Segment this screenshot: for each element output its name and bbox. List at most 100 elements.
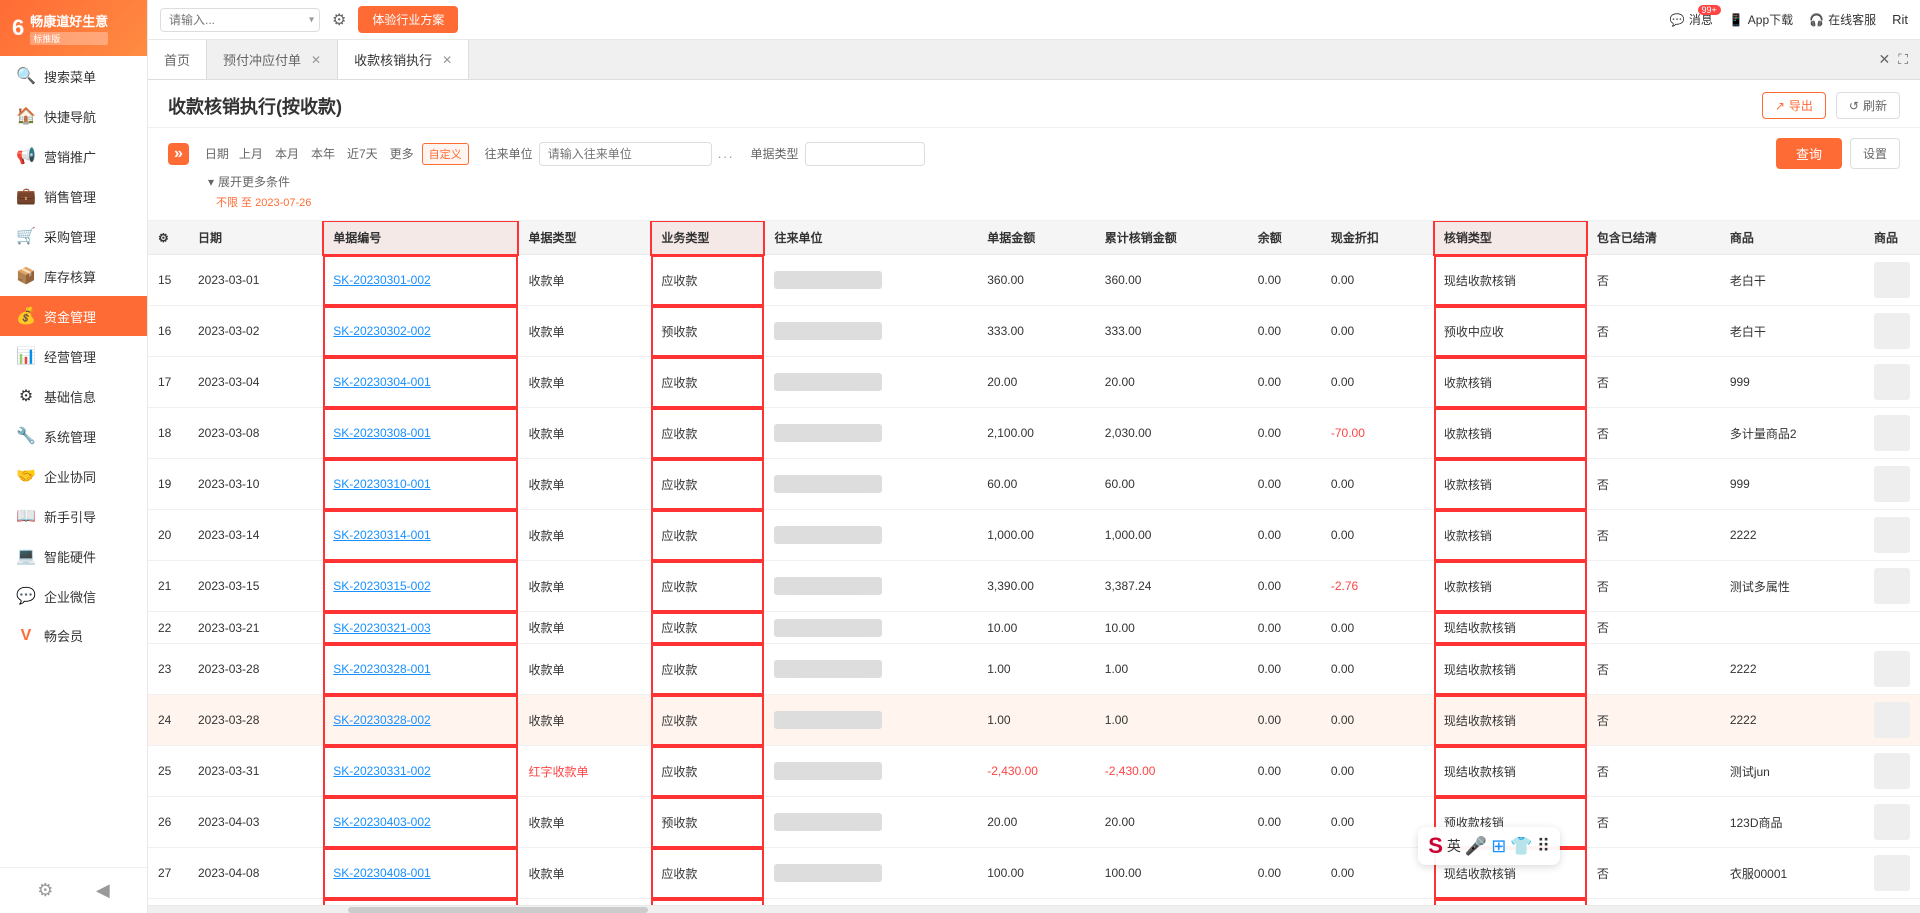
col-partner[interactable]: 往来单位 <box>764 221 977 255</box>
table-row[interactable]: 19 2023-03-10 SK-20230310-001 收款单 应收款 ██… <box>148 459 1920 510</box>
filter-expand[interactable]: ▾ 展开更多条件 <box>208 173 1900 190</box>
user-avatar[interactable]: Rit <box>1892 12 1908 27</box>
table-row[interactable]: 17 2023-03-04 SK-20230304-001 收款单 应收款 ██… <box>148 357 1920 408</box>
table-row[interactable]: 23 2023-03-28 SK-20230328-001 收款单 应收款 ██… <box>148 644 1920 695</box>
table-row[interactable]: 18 2023-03-08 SK-20230308-001 收款单 应收款 ██… <box>148 408 1920 459</box>
tab-prepay[interactable]: 预付冲应付单 ✕ <box>207 40 338 79</box>
col-balance[interactable]: 余额 <box>1248 221 1321 255</box>
sidebar-item-wechat[interactable]: 💬 企业微信 <box>0 576 147 616</box>
cell-order-no[interactable]: SK-20230302-002 <box>323 306 518 357</box>
settings-icon[interactable]: ⚙ <box>37 880 53 901</box>
cell-cancel-type: 收款核销 <box>1434 510 1587 561</box>
filter-last-month[interactable]: 上月 <box>235 143 267 164</box>
filter-this-month[interactable]: 本月 <box>271 143 303 164</box>
cell-order-no[interactable]: SK-20230321-003 <box>323 612 518 644</box>
sidebar-item-search[interactable]: 🔍 搜索菜单 <box>0 56 147 96</box>
tab-home[interactable]: 首页 <box>148 40 207 79</box>
tab-receipts[interactable]: 收款核销执行 ✕ <box>338 40 469 79</box>
cell-order-no[interactable]: SK-20230310-001 <box>323 459 518 510</box>
scrollbar-thumb[interactable] <box>348 907 648 913</box>
col-cancel-type[interactable]: 核销类型 <box>1434 221 1587 255</box>
col-cash-discount[interactable]: 现金折扣 <box>1321 221 1434 255</box>
col-accum-cancel[interactable]: 累计核销金额 <box>1095 221 1248 255</box>
customer-service-link[interactable]: 🎧 在线客服 <box>1809 11 1876 28</box>
cell-order-no[interactable]: SK-20230308-001 <box>323 408 518 459</box>
table-row[interactable]: 21 2023-03-15 SK-20230315-002 收款单 应收款 ██… <box>148 561 1920 612</box>
filter-this-year[interactable]: 本年 <box>307 143 339 164</box>
close-tab-icon[interactable]: ✕ <box>1878 51 1890 68</box>
sidebar-item-member[interactable]: V 畅会员 <box>0 616 147 655</box>
filter-partner-input[interactable] <box>539 142 712 166</box>
cell-product: 999 <box>1720 357 1864 408</box>
col-order-type[interactable]: 单据类型 <box>518 221 651 255</box>
cell-order-no[interactable]: SK-20230403-002 <box>323 797 518 848</box>
cell-cancel-type: 收款核销 <box>1434 459 1587 510</box>
table-row[interactable]: 15 2023-03-01 SK-20230301-002 收款单 应收款 ██… <box>148 255 1920 306</box>
table-row[interactable]: 24 2023-03-28 SK-20230328-002 收款单 应收款 ██… <box>148 695 1920 746</box>
table-row[interactable]: 26 2023-04-03 SK-20230403-002 收款单 预收款 ██… <box>148 797 1920 848</box>
sidebar-item-guide[interactable]: 📖 新手引导 <box>0 496 147 536</box>
sidebar-item-inventory[interactable]: 📦 库存核算 <box>0 256 147 296</box>
expand-tab-icon[interactable]: ⛶ <box>1898 51 1908 68</box>
table-row[interactable]: 27 2023-04-08 SK-20230408-001 收款单 应收款 ██… <box>148 848 1920 899</box>
sidebar-item-manage[interactable]: 📊 经营管理 <box>0 336 147 376</box>
sidebar-item-system[interactable]: 🔧 系统管理 <box>0 416 147 456</box>
refresh-button[interactable]: ↺ 刷新 <box>1836 92 1900 119</box>
export-button[interactable]: ↗ 导出 <box>1762 92 1826 119</box>
topbar-search-input[interactable] <box>160 8 320 32</box>
col-date[interactable]: 日期 <box>188 221 323 255</box>
cell-product: 2222 <box>1720 510 1864 561</box>
sidebar-item-basic[interactable]: ⚙ 基础信息 <box>0 376 147 416</box>
col-order-no[interactable]: 单据编号 <box>323 221 518 255</box>
cell-order-no[interactable]: SK-20230301-002 <box>323 255 518 306</box>
cell-date: 2023-03-28 <box>188 695 323 746</box>
sidebar-item-finance[interactable]: 💰 资金管理 <box>0 296 147 336</box>
sidebar-item-marketing[interactable]: 📢 营销推广 <box>0 136 147 176</box>
filter-toggle-button[interactable]: » <box>168 143 189 165</box>
cell-order-no[interactable]: SK-20230314-001 <box>323 510 518 561</box>
horizontal-scrollbar[interactable] <box>148 905 1920 913</box>
table-wrap[interactable]: ⚙ 日期 单据编号 单据类型 业务类型 往来单位 单据金额 累计核销金额 余额 … <box>148 221 1920 905</box>
cell-order-no[interactable]: SK-20230328-002 <box>323 695 518 746</box>
app-download-link[interactable]: 📱 App下载 <box>1729 11 1793 28</box>
cell-product2 <box>1864 408 1920 459</box>
col-incl-cleared[interactable]: 包含已结清 <box>1587 221 1720 255</box>
cell-order-no[interactable]: SK-20230408-001 <box>323 848 518 899</box>
col-amount[interactable]: 单据金额 <box>977 221 1095 255</box>
sidebar-item-sales[interactable]: 💼 销售管理 <box>0 176 147 216</box>
cell-order-no[interactable]: SK-20230315-002 <box>323 561 518 612</box>
cell-partner: ████████ <box>764 746 977 797</box>
cell-biz-type: 应收款 <box>651 746 764 797</box>
basic-icon: ⚙ <box>16 386 36 406</box>
cell-balance: 0.00 <box>1248 459 1321 510</box>
cell-order-no[interactable]: SK-20230331-002 <box>323 746 518 797</box>
filter-voucher-type-select[interactable] <box>805 142 925 166</box>
tab-close-prepay[interactable]: ✕ <box>311 53 321 67</box>
col-biz-type[interactable]: 业务类型 <box>651 221 764 255</box>
filter-more-dates[interactable]: 更多 <box>386 143 418 164</box>
cell-order-no[interactable]: SK-20230328-001 <box>323 644 518 695</box>
sidebar-item-quick-nav[interactable]: 🏠 快捷导航 <box>0 96 147 136</box>
industry-solution-button[interactable]: 体验行业方案 <box>358 6 458 33</box>
table-row[interactable]: 22 2023-03-21 SK-20230321-003 收款单 应收款 ██… <box>148 612 1920 644</box>
cell-partner: ████████ <box>764 408 977 459</box>
filter-last-7days[interactable]: 近7天 <box>343 143 382 164</box>
table-row[interactable]: 20 2023-03-14 SK-20230314-001 收款单 应收款 ██… <box>148 510 1920 561</box>
gear-icon[interactable]: ⚙ <box>328 6 350 34</box>
table-row[interactable]: 16 2023-03-02 SK-20230302-002 收款单 预收款 ██… <box>148 306 1920 357</box>
tab-close-receipts[interactable]: ✕ <box>442 53 452 67</box>
sidebar-item-purchase[interactable]: 🛒 采购管理 <box>0 216 147 256</box>
sidebar-item-corp[interactable]: 🤝 企业协同 <box>0 456 147 496</box>
cell-order-no[interactable]: SK-20230304-001 <box>323 357 518 408</box>
table-row[interactable]: 25 2023-03-31 SK-20230331-002 红字收款单 应收款 … <box>148 746 1920 797</box>
sidebar-item-hardware[interactable]: 💻 智能硬件 <box>0 536 147 576</box>
query-button[interactable]: 查询 <box>1776 138 1842 169</box>
filter-custom-date[interactable]: 自定义 <box>422 143 469 165</box>
col-product2[interactable]: 商品 <box>1864 221 1920 255</box>
message-button[interactable]: 💬 消息 99+ <box>1670 11 1713 28</box>
setting-button[interactable]: 设置 <box>1850 138 1900 169</box>
collapse-icon[interactable]: ◀ <box>96 880 110 901</box>
cell-incl-cleared: 否 <box>1587 459 1720 510</box>
col-product[interactable]: 商品 <box>1720 221 1864 255</box>
cell-biz-type: 应收款 <box>651 510 764 561</box>
